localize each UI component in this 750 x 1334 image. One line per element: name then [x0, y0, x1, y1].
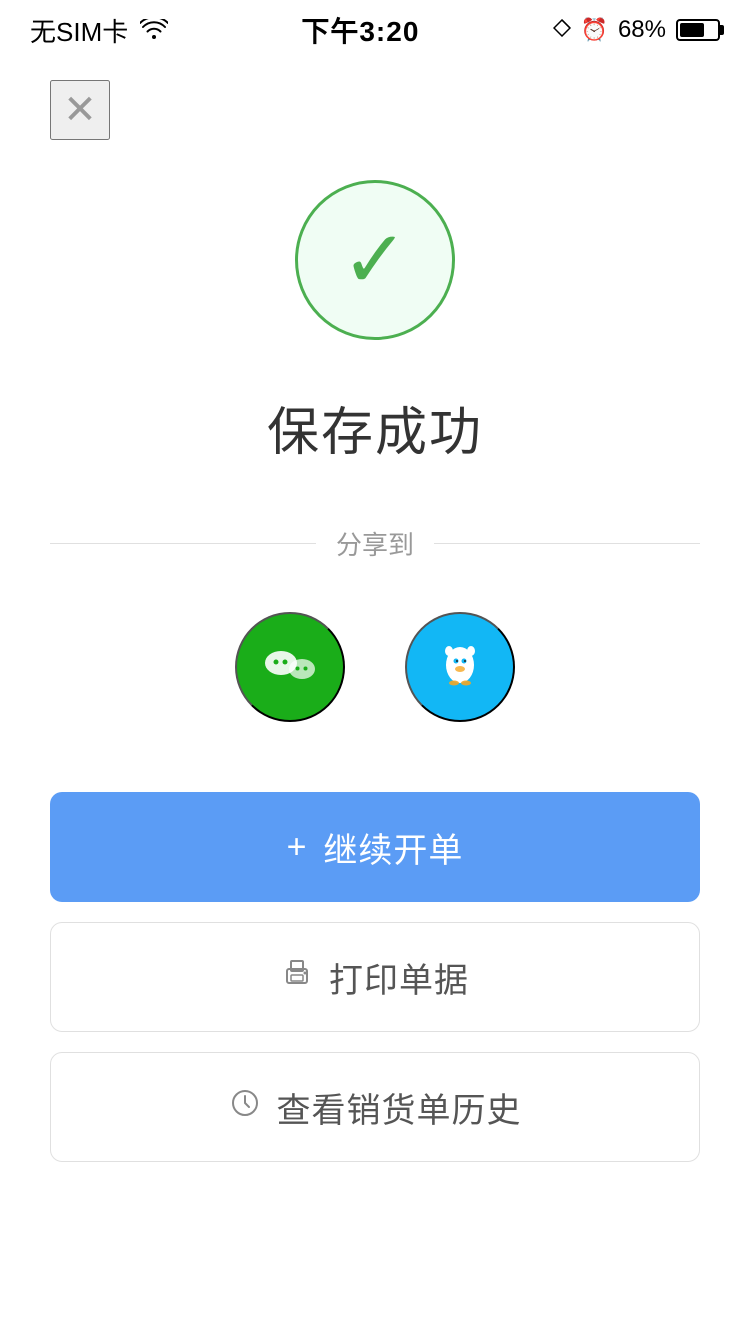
- status-left: 无SIM卡: [30, 12, 168, 49]
- close-icon: ✕: [63, 90, 97, 130]
- print-label: 打印单据: [329, 953, 469, 1002]
- history-button[interactable]: 查看销货单历史: [50, 1052, 700, 1162]
- wechat-share-button[interactable]: [235, 612, 345, 722]
- success-title: 保存成功: [267, 390, 483, 465]
- main-content: ✕ ✓ 保存成功 分享到: [0, 60, 750, 1162]
- divider-left: [50, 543, 316, 544]
- wifi-icon: [140, 15, 168, 46]
- location-icon: [553, 16, 571, 44]
- status-bar: 无SIM卡 下午3:20 ⏰ 68%: [0, 0, 750, 60]
- action-buttons: + 继续开单 打印单据 查看销货单历史: [50, 792, 700, 1162]
- battery-icon: [676, 19, 720, 41]
- battery-percent: 68%: [618, 16, 666, 44]
- share-label: 分享到: [336, 525, 414, 562]
- print-icon: [281, 957, 313, 998]
- status-right: ⏰ 68%: [553, 16, 720, 44]
- divider-right: [434, 543, 700, 544]
- checkmark-icon: ✓: [341, 220, 408, 300]
- history-icon: [229, 1087, 261, 1128]
- carrier-label: 无SIM卡: [30, 12, 128, 49]
- continue-button[interactable]: + 继续开单: [50, 792, 700, 902]
- alarm-icon: ⏰: [581, 17, 608, 43]
- close-button[interactable]: ✕: [50, 80, 110, 140]
- share-section: 分享到: [50, 525, 700, 562]
- qq-share-button[interactable]: [405, 612, 515, 722]
- history-label: 查看销货单历史: [277, 1083, 522, 1132]
- status-time: 下午3:20: [301, 10, 419, 50]
- share-icons: [235, 612, 515, 722]
- print-button[interactable]: 打印单据: [50, 922, 700, 1032]
- continue-label: 继续开单: [323, 823, 463, 872]
- wechat-icon: [258, 635, 323, 700]
- plus-icon: +: [287, 828, 308, 867]
- qq-icon: [430, 637, 490, 697]
- success-icon-circle: ✓: [295, 180, 455, 340]
